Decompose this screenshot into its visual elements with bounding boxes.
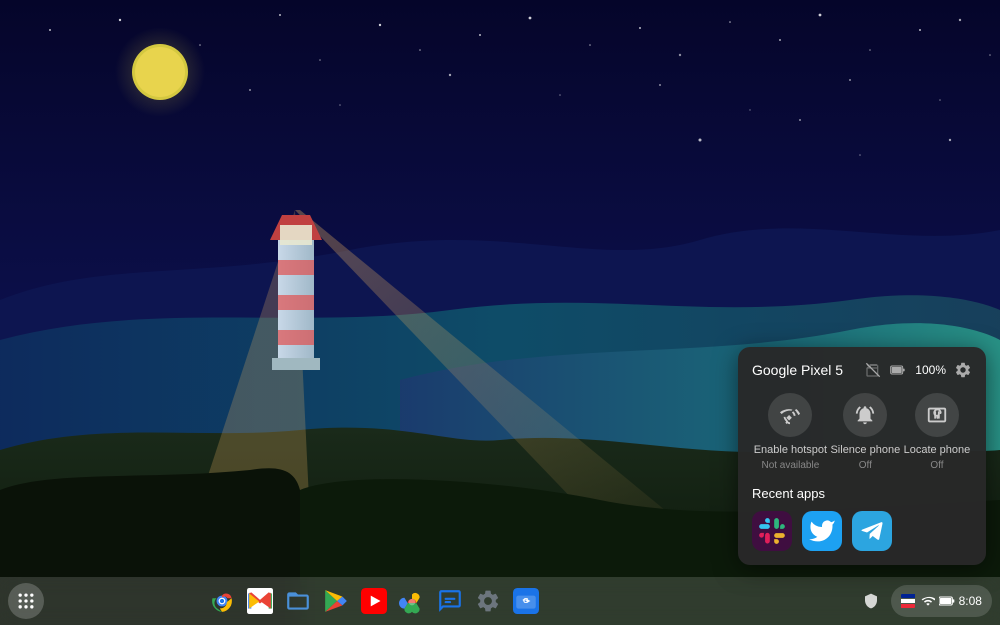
battery-icon xyxy=(889,362,907,378)
status-area[interactable]: 8:08 xyxy=(891,585,992,617)
recent-app-twitter[interactable] xyxy=(802,511,842,551)
hotspot-icon xyxy=(779,404,801,426)
flag-icon xyxy=(901,594,915,608)
photos-icon xyxy=(399,588,425,614)
hotspot-action[interactable]: Enable hotspotNot available xyxy=(754,393,827,472)
taskbar-battery-icon xyxy=(939,595,955,607)
settings-icon xyxy=(475,588,501,614)
taskbar-app-gmail[interactable] xyxy=(242,583,278,619)
launcher-icon xyxy=(16,591,36,611)
recent-apps-title: Recent apps xyxy=(752,486,972,501)
silence-label: Silence phoneOff xyxy=(830,443,900,472)
taskbar-app-settings[interactable] xyxy=(470,583,506,619)
taskbar-status: 8:08 xyxy=(857,585,992,617)
files-icon xyxy=(285,588,311,614)
vpn-icon xyxy=(863,593,879,609)
youtube-icon xyxy=(361,588,387,614)
taskbar-app-messages[interactable] xyxy=(432,583,468,619)
taskbar-apps: G xyxy=(204,583,544,619)
hotspot-icon-circle xyxy=(768,393,812,437)
messages-icon xyxy=(437,588,463,614)
panel-settings-icon[interactable] xyxy=(954,361,972,379)
taskbar-app-chrome[interactable] xyxy=(204,583,240,619)
recent-app-telegram[interactable] xyxy=(852,511,892,551)
locate-icon-circle xyxy=(915,393,959,437)
network-icon[interactable] xyxy=(857,587,885,615)
taskbar-app-photos[interactable] xyxy=(394,583,430,619)
slack-icon xyxy=(758,517,786,545)
locate-phone-icon xyxy=(926,404,948,426)
panel-header-right: 100% xyxy=(865,361,972,379)
taskbar-app-youtube[interactable] xyxy=(356,583,392,619)
twitter-icon xyxy=(808,517,836,545)
recent-app-slack[interactable] xyxy=(752,511,792,551)
silence-icon-circle xyxy=(843,393,887,437)
silence-action[interactable]: Silence phoneOff xyxy=(830,393,900,472)
taskbar-app-play[interactable] xyxy=(318,583,354,619)
panel-device-name: Google Pixel 5 xyxy=(752,362,843,378)
silence-icon xyxy=(854,404,876,426)
taskbar-app-wallet[interactable]: G xyxy=(508,583,544,619)
panel-battery-pct: 100% xyxy=(915,363,946,377)
clock: 8:08 xyxy=(959,594,982,608)
locate-action[interactable]: Locate phoneOff xyxy=(904,393,971,472)
panel-header: Google Pixel 5 100% xyxy=(752,361,972,379)
wallet-icon: G xyxy=(513,588,539,614)
chrome-icon xyxy=(209,588,235,614)
gmail-icon xyxy=(247,588,273,614)
play-store-icon xyxy=(323,588,349,614)
taskbar: G xyxy=(0,577,1000,625)
phone-panel: Google Pixel 5 100% xyxy=(738,347,986,565)
locate-label: Locate phoneOff xyxy=(904,443,971,472)
wifi-icon xyxy=(921,594,935,608)
launcher-button[interactable] xyxy=(8,583,44,619)
telegram-icon xyxy=(858,517,886,545)
taskbar-app-files[interactable] xyxy=(280,583,316,619)
panel-actions: Enable hotspotNot available Silence phon… xyxy=(752,393,972,472)
no-sim-icon xyxy=(865,362,881,378)
hotspot-label: Enable hotspotNot available xyxy=(754,443,827,472)
recent-apps xyxy=(752,511,972,551)
